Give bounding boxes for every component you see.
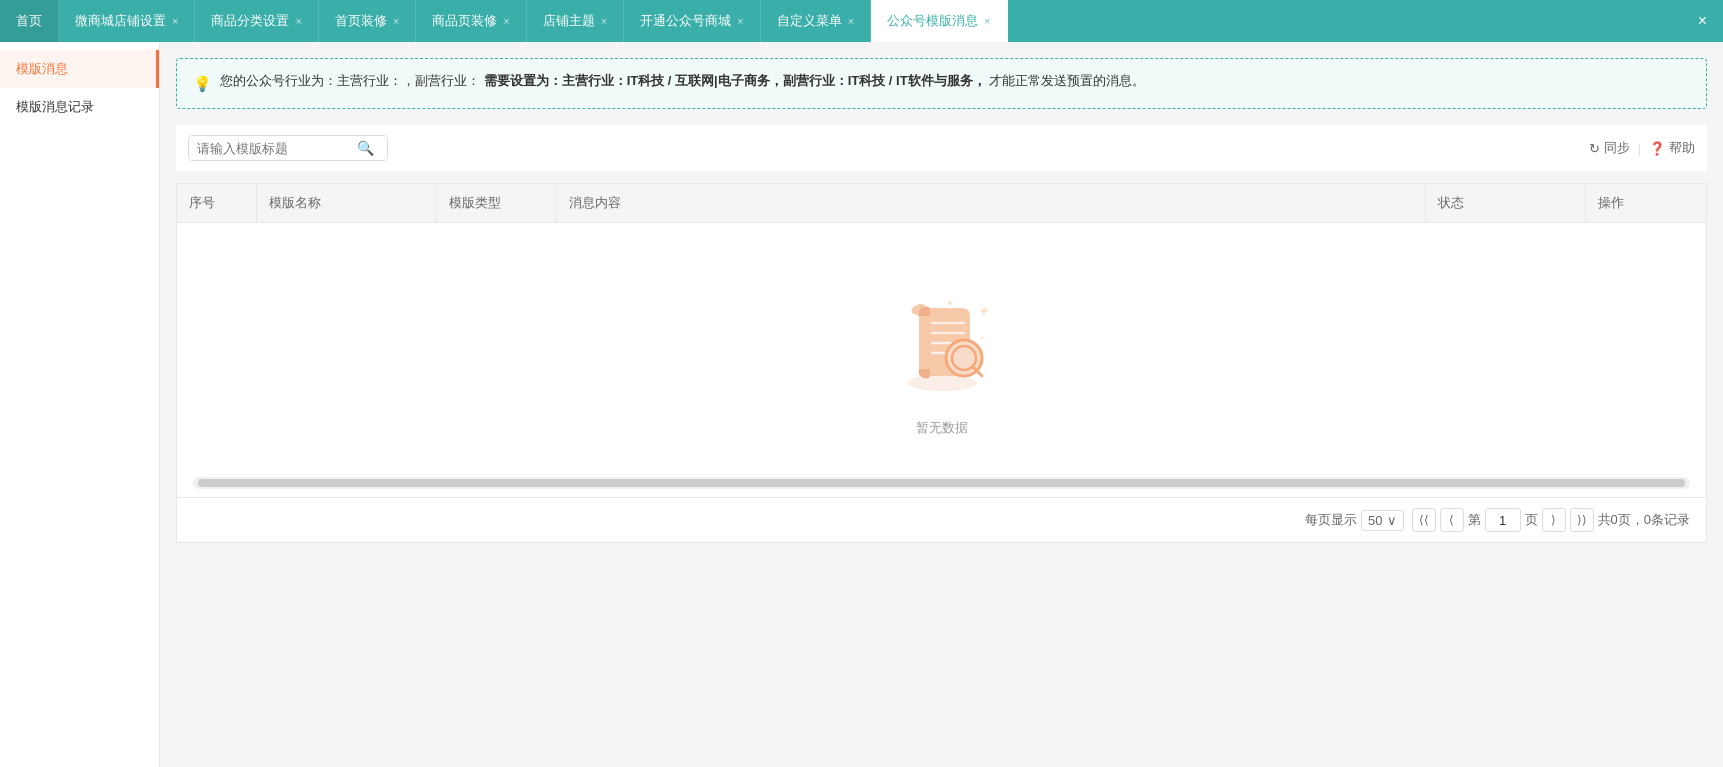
close-all-tabs-button[interactable]: × (1682, 12, 1723, 30)
nav-tab-home-label: 首页 (16, 12, 42, 30)
nav-tab-home[interactable]: 首页 (0, 0, 59, 42)
nav-tab-template-msg-label: 公众号模版消息 (887, 12, 978, 30)
table-header-status: 状态 (1426, 184, 1586, 222)
nav-tab-product-decoration-label: 商品页装修 (432, 12, 497, 30)
sidebar-item-template-message-label: 模版消息 (16, 61, 68, 76)
table-header-name: 模版名称 (257, 184, 437, 222)
scrollbar-thumb (198, 479, 1685, 487)
nav-tab-template-msg[interactable]: 公众号模版消息 × (871, 0, 1007, 42)
page-input[interactable] (1485, 508, 1521, 532)
search-input-wrap[interactable]: 🔍 (188, 135, 388, 161)
nav-tab-store-theme[interactable]: 店铺主题 × (527, 0, 624, 42)
toolbar-right: ↻ 同步 | ❓ 帮助 (1589, 139, 1695, 157)
empty-state: 暂无数据 (177, 223, 1706, 477)
empty-text: 暂无数据 (916, 419, 968, 437)
alert-text: 您的公众号行业为：主营行业：，副营行业： 需要设置为：主营行业：IT科技 / 互… (220, 71, 1145, 92)
search-input[interactable] (197, 141, 357, 156)
table-header-action: 操作 (1586, 184, 1706, 222)
alert-box: 💡 您的公众号行业为：主营行业：，副营行业： 需要设置为：主营行业：IT科技 /… (176, 58, 1707, 109)
table-header-content: 消息内容 (557, 184, 1426, 222)
table-header-index: 序号 (177, 184, 257, 222)
alert-text-highlight: 需要设置为：主营行业：IT科技 / 互联网|电子商务，副营行业：IT科技 / I… (484, 73, 986, 88)
nav-tab-custom-menu-label: 自定义菜单 (777, 12, 842, 30)
alert-icon: 💡 (193, 72, 212, 96)
toolbar-divider: | (1638, 141, 1641, 156)
sidebar: 模版消息 模版消息记录 (0, 42, 160, 767)
page-label-after: 页 (1525, 511, 1538, 529)
nav-tab-store-theme-label: 店铺主题 (543, 12, 595, 30)
sidebar-item-template-message-record[interactable]: 模版消息记录 (0, 88, 159, 126)
nav-tab-shop-setting-label: 微商城店铺设置 (75, 12, 166, 30)
svg-point-9 (980, 337, 983, 340)
page-size-value: 50 (1368, 513, 1382, 528)
last-page-button[interactable]: ⟩⟩ (1570, 508, 1594, 532)
nav-tab-product-decoration-close[interactable]: × (503, 15, 509, 27)
page-size-dropdown[interactable]: 50 ∨ (1361, 510, 1403, 531)
alert-text-prefix: 您的公众号行业为：主营行业：，副营行业： (220, 73, 480, 88)
next-page-button[interactable]: ⟩ (1542, 508, 1566, 532)
table-header-type: 模版类型 (437, 184, 557, 222)
sync-button[interactable]: ↻ 同步 (1589, 139, 1630, 157)
nav-tab-category-label: 商品分类设置 (211, 12, 289, 30)
table-header: 序号 模版名称 模版类型 消息内容 状态 操作 (177, 184, 1706, 223)
chevron-down-icon: ∨ (1387, 513, 1397, 528)
nav-tab-open-mall[interactable]: 开通公众号商城 × (624, 0, 760, 42)
search-icon[interactable]: 🔍 (357, 140, 374, 156)
nav-tab-shop-setting[interactable]: 微商城店铺设置 × (59, 0, 195, 42)
search-toolbar: 🔍 ↻ 同步 | ❓ 帮助 (176, 125, 1707, 171)
sidebar-item-template-message[interactable]: 模版消息 (0, 50, 159, 88)
nav-tab-category[interactable]: 商品分类设置 × (195, 0, 318, 42)
sidebar-item-template-message-record-label: 模版消息记录 (16, 99, 94, 114)
first-page-button[interactable]: ⟨⟨ (1412, 508, 1436, 532)
nav-tab-custom-menu[interactable]: 自定义菜单 × (761, 0, 871, 42)
help-icon: ❓ (1649, 141, 1665, 156)
nav-tab-open-mall-label: 开通公众号商城 (640, 12, 731, 30)
horizontal-scrollbar[interactable] (193, 477, 1690, 489)
page-size-label: 每页显示 (1305, 511, 1357, 529)
content-area: 💡 您的公众号行业为：主营行业：，副营行业： 需要设置为：主营行业：IT科技 /… (160, 42, 1723, 767)
page-navigation: ⟨⟨ ⟨ 第 页 ⟩ ⟩⟩ 共0页，0条记录 (1412, 508, 1690, 532)
sync-icon: ↻ (1589, 141, 1600, 156)
sync-label: 同步 (1604, 139, 1630, 157)
nav-tab-product-decoration[interactable]: 商品页装修 × (416, 0, 526, 42)
help-button[interactable]: ❓ 帮助 (1649, 139, 1695, 157)
nav-tab-home-decoration-close[interactable]: × (393, 15, 399, 27)
top-navigation: 首页 微商城店铺设置 × 商品分类设置 × 首页装修 × 商品页装修 × 店铺主… (0, 0, 1723, 42)
nav-tab-category-close[interactable]: × (295, 15, 301, 27)
main-layout: 模版消息 模版消息记录 💡 您的公众号行业为：主营行业：，副营行业： 需要设置为… (0, 42, 1723, 767)
nav-tab-store-theme-close[interactable]: × (601, 15, 607, 27)
svg-point-0 (907, 375, 977, 391)
page-size-select: 每页显示 50 ∨ (1305, 510, 1403, 531)
prev-page-button[interactable]: ⟨ (1440, 508, 1464, 532)
total-info: 共0页，0条记录 (1598, 511, 1690, 529)
data-table: 序号 模版名称 模版类型 消息内容 状态 操作 (176, 183, 1707, 543)
help-label: 帮助 (1669, 139, 1695, 157)
nav-tab-custom-menu-close[interactable]: × (848, 15, 854, 27)
nav-tab-home-decoration-label: 首页装修 (335, 12, 387, 30)
pagination: 每页显示 50 ∨ ⟨⟨ ⟨ 第 页 ⟩ ⟩⟩ 共0页，0条记录 (177, 497, 1706, 542)
nav-tab-home-decoration[interactable]: 首页装修 × (319, 0, 416, 42)
alert-text-suffix: 才能正常发送预置的消息。 (989, 73, 1145, 88)
nav-tab-template-msg-close[interactable]: × (984, 15, 990, 27)
empty-illustration (882, 283, 1002, 403)
svg-point-8 (948, 301, 952, 305)
nav-tab-open-mall-close[interactable]: × (737, 15, 743, 27)
page-label-before: 第 (1468, 511, 1481, 529)
nav-tab-shop-setting-close[interactable]: × (172, 15, 178, 27)
